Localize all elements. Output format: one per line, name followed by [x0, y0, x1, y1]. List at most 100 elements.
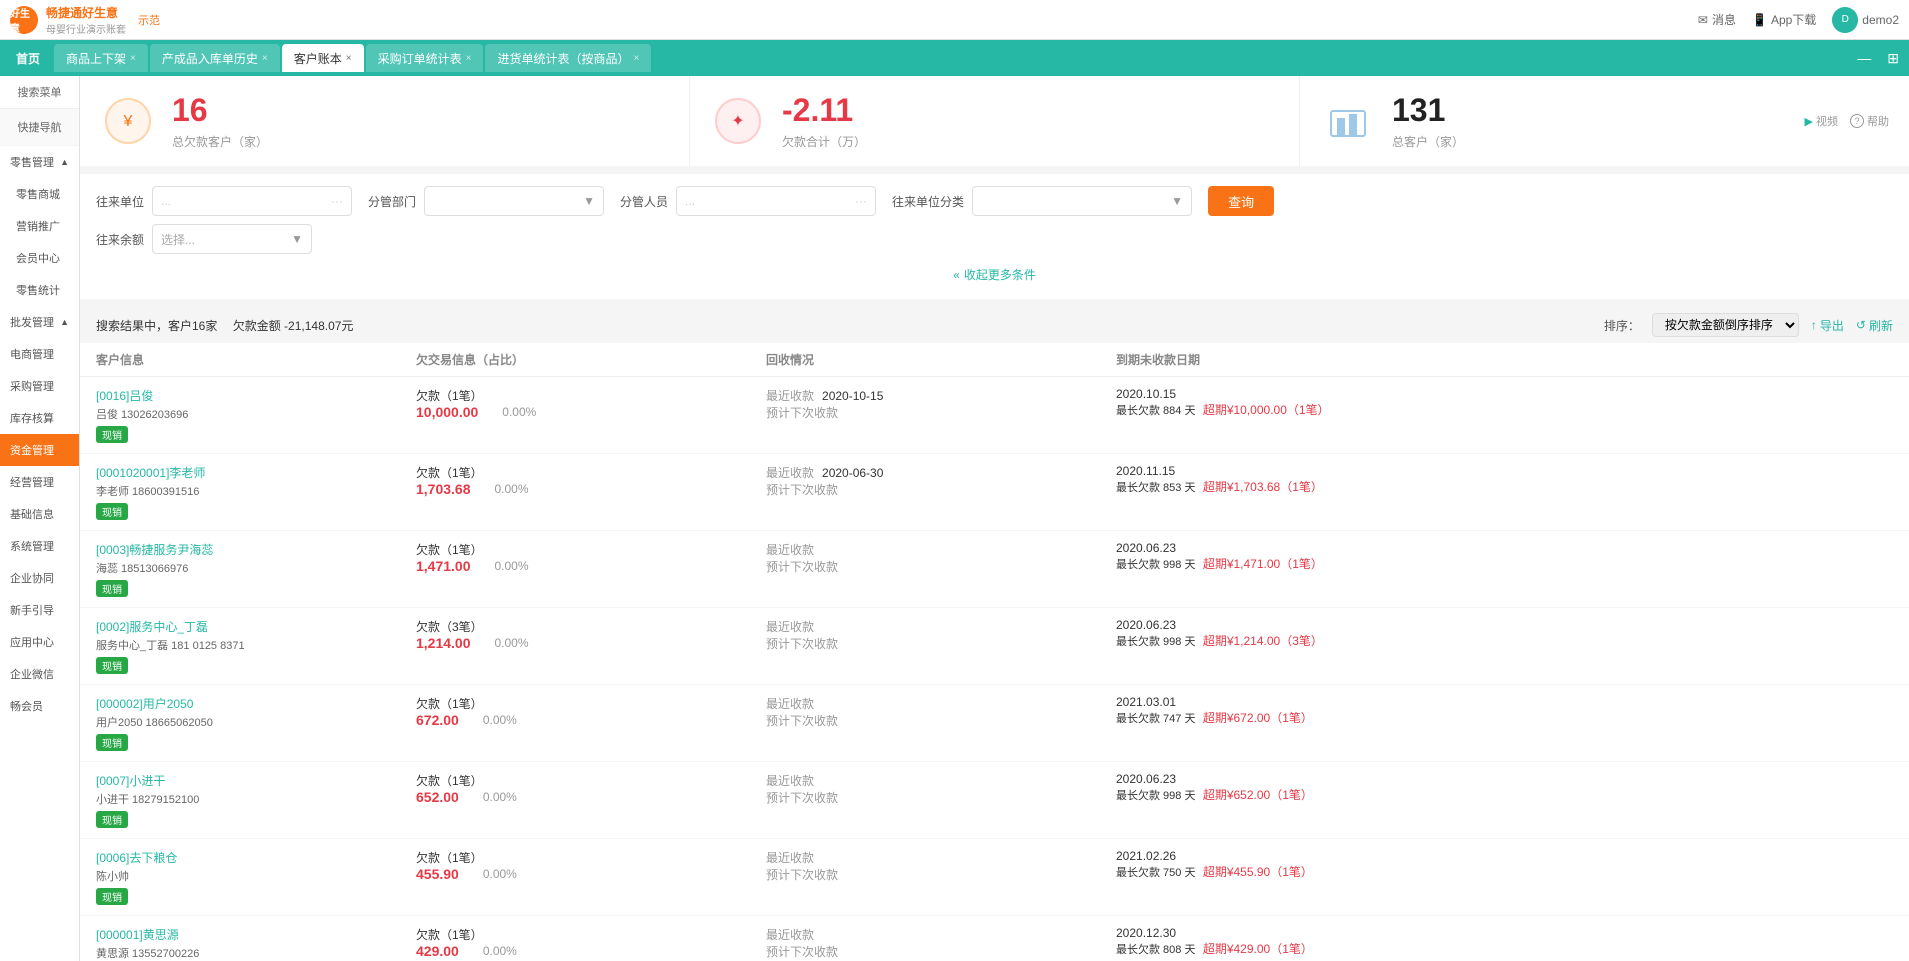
- debt-info-cell: 欠款（1笔） 672.00 0.00%: [416, 695, 766, 728]
- sidebar-item-ecommerce[interactable]: 电商管理: [0, 338, 79, 370]
- chevron-down-icon: ▼: [291, 232, 303, 246]
- message-icon: ✉: [1698, 13, 1708, 27]
- sidebar-item-retail-mall[interactable]: 零售商城: [0, 178, 79, 210]
- person-filter-label: 分管人员: [620, 193, 668, 210]
- message-btn[interactable]: ✉ 消息: [1698, 11, 1736, 28]
- table-row: [000001]黄思源 黄思源 13552700226 现销 欠款（1笔） 42…: [80, 916, 1909, 961]
- balance-filter-label: 往来余额: [96, 231, 144, 248]
- tab-bar-controls: — ⊞: [1851, 48, 1905, 69]
- logo-hint: 示范: [138, 12, 160, 28]
- help-btn[interactable]: ? 帮助: [1850, 113, 1889, 129]
- sidebar-item-operations[interactable]: 经营管理: [0, 466, 79, 498]
- person-filter-input[interactable]: ... ···: [676, 186, 876, 216]
- sidebar-item-enterprise[interactable]: 企业协同: [0, 562, 79, 594]
- sidebar-item-marketing[interactable]: 营销推广: [0, 210, 79, 242]
- customer-name-link[interactable]: [0016]吕俊: [96, 387, 416, 404]
- user-menu[interactable]: D demo2: [1832, 7, 1899, 33]
- sidebar-item-basic-info[interactable]: 基础信息: [0, 498, 79, 530]
- overdue-amount[interactable]: 超期¥672.00（1笔）: [1203, 711, 1313, 725]
- tab-close-icon[interactable]: ×: [262, 53, 268, 64]
- customer-name-link[interactable]: [0002]服务中心_丁磊: [96, 618, 416, 635]
- customer-info-cell: [0001020001]李老师 李老师 18600391516 现销: [96, 464, 416, 520]
- tab-close-icon[interactable]: ×: [466, 53, 472, 64]
- sidebar-item-wholesale-mgmt[interactable]: 批发管理 ▲: [0, 306, 79, 338]
- customer-name-link[interactable]: [0001020001]李老师: [96, 464, 416, 481]
- collapse-icon: «: [953, 268, 960, 282]
- debt-info-cell: 欠款（1笔） 455.90 0.00%: [416, 849, 766, 882]
- refresh-btn[interactable]: ↺ 刷新: [1856, 317, 1893, 334]
- video-btn[interactable]: ▶ 视频: [1805, 113, 1838, 129]
- main-layout: 搜索菜单 快捷导航 零售管理 ▲ 零售商城 营销推广 会员中心 零售统计 批发管…: [0, 76, 1909, 961]
- overdue-amount[interactable]: 超期¥1,703.68（1笔）: [1203, 480, 1323, 494]
- table-row: [0002]服务中心_丁磊 服务中心_丁磊 181 0125 8371 现销 欠…: [80, 608, 1909, 685]
- tab-home[interactable]: 首页: [4, 44, 52, 72]
- overdue-amount[interactable]: 超期¥429.00（1笔）: [1203, 942, 1313, 956]
- minimize-btn[interactable]: —: [1851, 48, 1877, 69]
- search-button[interactable]: 查询: [1208, 186, 1274, 216]
- filter-person: 分管人员 ... ···: [620, 186, 876, 216]
- customer-name-link[interactable]: [000001]黄思源: [96, 926, 416, 943]
- filter-row-1: 往来单位 ... ··· 分管部门 ▼ 分管人员 ...: [96, 186, 1893, 216]
- tab-customer-ledger[interactable]: 客户账本 ×: [282, 44, 364, 72]
- sidebar-item-retail-mgmt[interactable]: 零售管理 ▲: [0, 146, 79, 178]
- tab-close-icon[interactable]: ×: [130, 53, 136, 64]
- customer-filter-label: 往来单位: [96, 193, 144, 210]
- due-date-cell: 2020.12.30 最长欠款 808 天 超期¥429.00（1笔）: [1116, 926, 1893, 957]
- recovery-cell: 最近收款 2020-06-30 预计下次收款: [766, 464, 1116, 498]
- customer-name-link[interactable]: [0003]畅捷服务尹海蕊: [96, 541, 416, 558]
- customer-info-cell: [0003]畅捷服务尹海蕊 海蕊 18513066976 现销: [96, 541, 416, 597]
- debt-info-cell: 欠款（3笔） 1,214.00 0.00%: [416, 618, 766, 651]
- summary-cards: ¥ 16 总欠款客户（家） ✦ -2.11 欠款合计（万）: [80, 76, 1909, 166]
- overdue-amount-number: -2.11: [782, 92, 866, 129]
- customer-name-link[interactable]: [0007]小进干: [96, 772, 416, 789]
- col-customer-info: 客户信息: [96, 351, 416, 368]
- overdue-amount[interactable]: 超期¥10,000.00（1笔）: [1203, 403, 1330, 417]
- maximize-btn[interactable]: ⊞: [1881, 48, 1905, 69]
- svg-text:✦: ✦: [731, 113, 744, 130]
- sidebar-item-inventory[interactable]: 库存核算: [0, 402, 79, 434]
- sidebar-search[interactable]: 搜索菜单: [0, 76, 79, 109]
- category-filter-label: 往来单位分类: [892, 193, 964, 210]
- collapse-filter-btn[interactable]: « 收起更多条件: [96, 262, 1893, 287]
- customer-tag: 现销: [96, 657, 128, 674]
- tab-purchase-stats[interactable]: 采购订单统计表 ×: [366, 44, 484, 72]
- customer-phone: 用户2050 18665062050: [96, 714, 416, 730]
- sidebar-item-purchase[interactable]: 采购管理: [0, 370, 79, 402]
- tab-purchase-by-product[interactable]: 进货单统计表（按商品） ×: [485, 44, 651, 72]
- sort-select[interactable]: 按欠款金额倒序排序: [1652, 313, 1799, 337]
- sidebar-item-guide[interactable]: 新手引导: [0, 594, 79, 626]
- sidebar-item-retail-stats[interactable]: 零售统计: [0, 274, 79, 306]
- results-actions: 排序： 按欠款金额倒序排序 ↑ 导出 ↺ 刷新: [1604, 313, 1893, 337]
- tab-close-icon[interactable]: ×: [346, 53, 352, 64]
- sidebar-item-app-center[interactable]: 应用中心: [0, 626, 79, 658]
- table-row: [0007]小进干 小进干 18279152100 现销 欠款（1笔） 652.…: [80, 762, 1909, 839]
- recovery-cell: 最近收款 预计下次收款: [766, 772, 1116, 806]
- overdue-amount[interactable]: 超期¥1,471.00（1笔）: [1203, 557, 1323, 571]
- overdue-amount[interactable]: 超期¥1,214.00（3笔）: [1203, 634, 1323, 648]
- category-filter-select[interactable]: ▼: [972, 186, 1192, 216]
- sidebar-item-finance[interactable]: 资金管理: [0, 434, 79, 466]
- tab-close-icon[interactable]: ×: [633, 53, 639, 64]
- sidebar-item-quick-nav[interactable]: 快捷导航: [0, 109, 79, 146]
- customer-name-link[interactable]: [0006]去下粮仓: [96, 849, 416, 866]
- customer-filter-input[interactable]: ... ···: [152, 186, 352, 216]
- due-date-cell: 2020.11.15 最长欠款 853 天 超期¥1,703.68（1笔）: [1116, 464, 1893, 495]
- dept-filter-select[interactable]: ▼: [424, 186, 604, 216]
- overdue-amount[interactable]: 超期¥455.90（1笔）: [1203, 865, 1313, 879]
- customer-name-link[interactable]: [000002]用户2050: [96, 695, 416, 712]
- customer-tag: 现销: [96, 811, 128, 828]
- debt-info-cell: 欠款（1笔） 652.00 0.00%: [416, 772, 766, 805]
- sidebar-item-member[interactable]: 畅会员: [0, 690, 79, 722]
- tab-production-history[interactable]: 产成品入库单历史 ×: [150, 44, 280, 72]
- balance-filter-select[interactable]: 选择... ▼: [152, 224, 312, 254]
- tab-product-listing[interactable]: 商品上下架 ×: [54, 44, 148, 72]
- sidebar-item-member-center[interactable]: 会员中心: [0, 242, 79, 274]
- customer-phone: 海蕊 18513066976: [96, 560, 416, 576]
- export-btn[interactable]: ↑ 导出: [1811, 317, 1844, 334]
- sidebar-item-system[interactable]: 系统管理: [0, 530, 79, 562]
- overdue-amount[interactable]: 超期¥652.00（1笔）: [1203, 788, 1313, 802]
- chevron-down-icon: ▼: [583, 194, 595, 208]
- debt-info-cell: 欠款（1笔） 429.00 0.00%: [416, 926, 766, 959]
- app-download-btn[interactable]: 📱 App下载: [1752, 11, 1816, 28]
- sidebar-item-wecom[interactable]: 企业微信: [0, 658, 79, 690]
